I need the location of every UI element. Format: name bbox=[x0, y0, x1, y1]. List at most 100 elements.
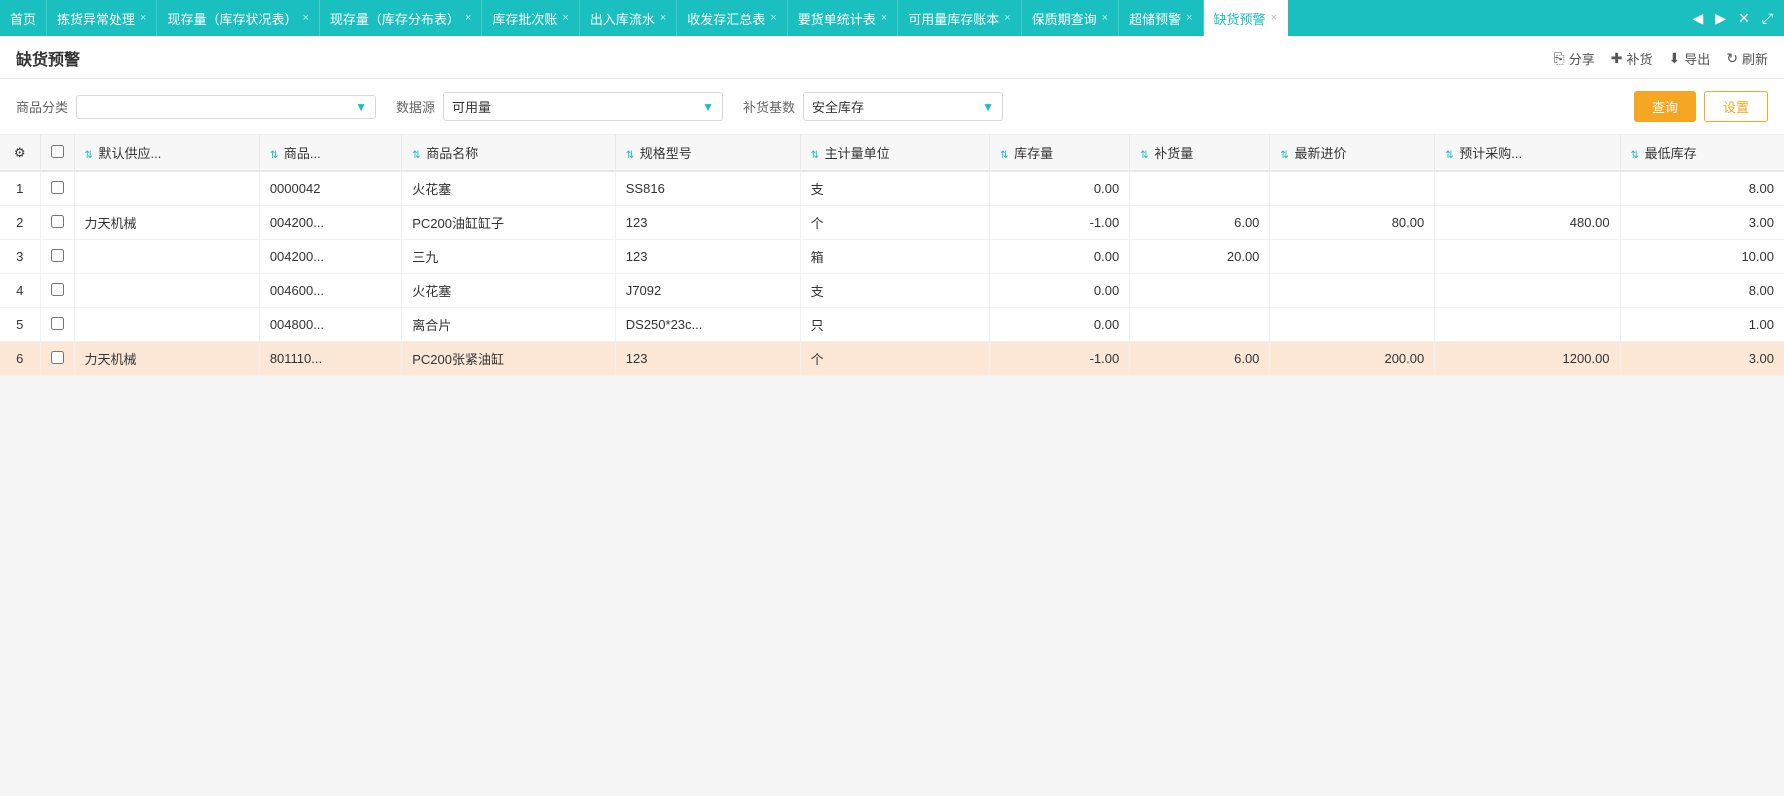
refresh-button[interactable]: ↻ 刷新 bbox=[1726, 49, 1768, 68]
row-checkbox-5[interactable] bbox=[40, 308, 74, 342]
row-stock-6: -1.00 bbox=[990, 342, 1130, 376]
settings-button[interactable]: 设置 bbox=[1704, 91, 1768, 122]
row-num-6: 6 bbox=[0, 342, 40, 376]
row-code-6: 801110... bbox=[259, 342, 401, 376]
filter-category-label: 商品分类 bbox=[16, 97, 68, 116]
export-button[interactable]: ⬇ 导出 bbox=[1669, 49, 1711, 68]
nav-tab-8[interactable]: 可用量库存账本 × bbox=[898, 0, 1021, 36]
col-default-supplier: ⇅ 默认供应... bbox=[74, 135, 259, 171]
row-stock-4: 0.00 bbox=[990, 274, 1130, 308]
nav-tab-1[interactable]: 拣货异常处理 × bbox=[47, 0, 157, 36]
row-num-3: 3 bbox=[0, 240, 40, 274]
col-min-stock-label: 最低库存 bbox=[1645, 146, 1697, 161]
nav-tab-9-label: 保质期查询 bbox=[1032, 9, 1097, 28]
nav-tab-5-label: 出入库流水 bbox=[590, 9, 655, 28]
row-check[interactable] bbox=[51, 215, 64, 228]
row-supplier-4 bbox=[74, 274, 259, 308]
col-estimated-purchase: ⇅ 预计采购... bbox=[1435, 135, 1620, 171]
share-button[interactable]: ⎘ 分享 bbox=[1554, 49, 1595, 68]
row-num-2: 2 bbox=[0, 206, 40, 240]
row-check[interactable] bbox=[51, 351, 64, 364]
row-spec-2: 123 bbox=[615, 206, 800, 240]
row-spec-4: J7092 bbox=[615, 274, 800, 308]
col-gear[interactable]: ⚙ bbox=[0, 135, 40, 171]
row-spec-1: SS816 bbox=[615, 171, 800, 206]
col-stock-qty: ⇅ 库存量 bbox=[990, 135, 1130, 171]
nav-prev-button[interactable]: ◀ bbox=[1688, 8, 1709, 29]
row-checkbox-6[interactable] bbox=[40, 342, 74, 376]
nav-tab-6-close[interactable]: × bbox=[770, 12, 776, 24]
replenish-label: 补货 bbox=[1626, 49, 1652, 68]
nav-tab-8-close[interactable]: × bbox=[1004, 12, 1010, 24]
nav-tab-8-label: 可用量库存账本 bbox=[908, 9, 999, 28]
nav-tab-3-label: 现存量（库存分布表） bbox=[330, 9, 460, 28]
sort-icon: ⇅ bbox=[270, 150, 278, 161]
row-code-4: 004600... bbox=[259, 274, 401, 308]
row-check[interactable] bbox=[51, 317, 64, 330]
nav-tab-10-close[interactable]: × bbox=[1186, 12, 1192, 24]
nav-close-button[interactable]: ✕ bbox=[1733, 8, 1755, 29]
gear-icon[interactable]: ⚙ bbox=[14, 145, 26, 160]
nav-tab-4[interactable]: 库存批次账 × bbox=[482, 0, 579, 36]
nav-tab-5[interactable]: 出入库流水 × bbox=[580, 0, 677, 36]
filter-datasource-select[interactable]: 可用量 ▼ bbox=[443, 92, 723, 121]
nav-tab-11[interactable]: 缺货预警 × bbox=[1204, 0, 1288, 36]
row-checkbox-3[interactable] bbox=[40, 240, 74, 274]
nav-tab-10[interactable]: 超储预警 × bbox=[1119, 0, 1203, 36]
row-min-stock-3: 10.00 bbox=[1620, 240, 1784, 274]
nav-tab-9[interactable]: 保质期查询 × bbox=[1022, 0, 1119, 36]
filter-actions: 查询 设置 bbox=[1634, 91, 1768, 122]
row-spec-6: 123 bbox=[615, 342, 800, 376]
col-product-name-label: 商品名称 bbox=[426, 146, 478, 161]
nav-tab-9-close[interactable]: × bbox=[1102, 12, 1108, 24]
col-spec-label: 规格型号 bbox=[640, 146, 692, 161]
row-unit-3: 箱 bbox=[800, 240, 989, 274]
nav-tab-7[interactable]: 要货单统计表 × bbox=[788, 0, 898, 36]
nav-tab-7-close[interactable]: × bbox=[881, 12, 887, 24]
row-latest-price-5 bbox=[1270, 308, 1435, 342]
row-checkbox-1[interactable] bbox=[40, 171, 74, 206]
filter-replenish-basis-value: 安全库存 bbox=[812, 97, 864, 116]
nav-tab-5-close[interactable]: × bbox=[660, 12, 666, 24]
row-name-4: 火花塞 bbox=[402, 274, 616, 308]
nav-tab-6[interactable]: 收发存汇总表 × bbox=[677, 0, 787, 36]
row-latest-price-1 bbox=[1270, 171, 1435, 206]
row-checkbox-2[interactable] bbox=[40, 206, 74, 240]
nav-tab-3-close[interactable]: × bbox=[465, 12, 471, 24]
filter-replenish-basis-select[interactable]: 安全库存 ▼ bbox=[803, 92, 1003, 121]
query-button[interactable]: 查询 bbox=[1634, 91, 1696, 122]
nav-tab-4-close[interactable]: × bbox=[562, 12, 568, 24]
row-supplier-3 bbox=[74, 240, 259, 274]
table-wrapper: ⚙ ⇅ 默认供应... ⇅ 商品... ⇅ 商品名称 bbox=[0, 135, 1784, 376]
nav-tab-2-close[interactable]: × bbox=[302, 12, 308, 24]
sort-icon: ⇅ bbox=[1445, 150, 1453, 161]
nav-expand-button[interactable]: ⤢ bbox=[1757, 8, 1778, 29]
table-row: 6 力天机械 801110... PC200张紧油缸 123 个 -1.00 6… bbox=[0, 342, 1784, 376]
nav-tab-2[interactable]: 现存量（库存状况表） × bbox=[157, 0, 319, 36]
nav-tab-3[interactable]: 现存量（库存分布表） × bbox=[320, 0, 482, 36]
nav-tab-1-close[interactable]: × bbox=[140, 12, 146, 24]
nav-tab-home[interactable]: 首页 bbox=[0, 0, 47, 36]
page-title: 缺货预警 bbox=[16, 46, 80, 70]
col-replenish-qty: ⇅ 补货量 bbox=[1130, 135, 1270, 171]
row-est-purchase-1 bbox=[1435, 171, 1620, 206]
nav-tab-11-label: 缺货预警 bbox=[1214, 9, 1266, 28]
replenish-button[interactable]: ✚ 补货 bbox=[1611, 49, 1653, 68]
row-check[interactable] bbox=[51, 249, 64, 262]
row-check[interactable] bbox=[51, 181, 64, 194]
row-name-3: 三九 bbox=[402, 240, 616, 274]
row-est-purchase-4 bbox=[1435, 274, 1620, 308]
nav-tab-11-close[interactable]: × bbox=[1271, 12, 1277, 24]
nav-tab-10-label: 超储预警 bbox=[1129, 9, 1181, 28]
filter-category-select[interactable]: ▼ bbox=[76, 95, 376, 119]
row-code-3: 004200... bbox=[259, 240, 401, 274]
row-check[interactable] bbox=[51, 283, 64, 296]
col-checkbox[interactable] bbox=[40, 135, 74, 171]
main-content: 缺货预警 ⎘ 分享 ✚ 补货 ⬇ 导出 ↻ 刷新 商品分类 bbox=[0, 36, 1784, 376]
sort-icon: ⇅ bbox=[412, 150, 420, 161]
refresh-icon: ↻ bbox=[1726, 50, 1738, 67]
select-all-checkbox[interactable] bbox=[51, 145, 64, 158]
row-unit-1: 支 bbox=[800, 171, 989, 206]
row-checkbox-4[interactable] bbox=[40, 274, 74, 308]
nav-next-button[interactable]: ▶ bbox=[1710, 8, 1731, 29]
